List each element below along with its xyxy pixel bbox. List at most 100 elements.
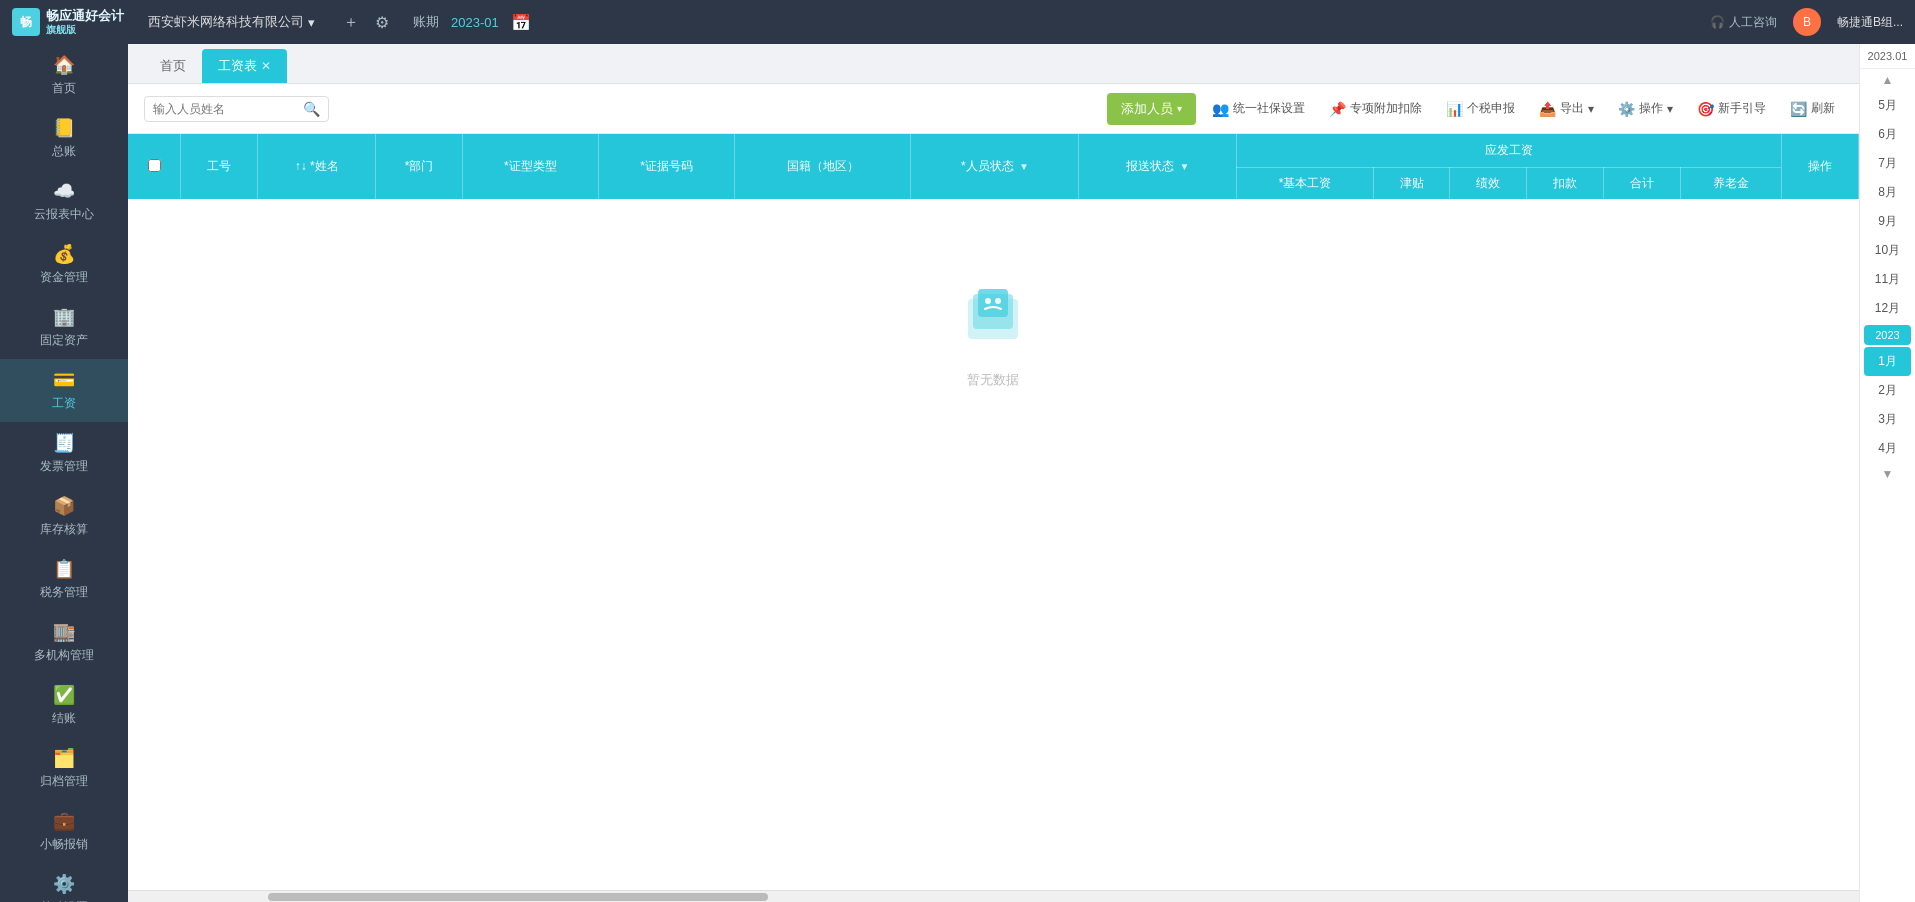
guide-button[interactable]: 🎯 新手引导 [1689, 95, 1774, 122]
report-status-filter-icon[interactable]: ▼ [1180, 161, 1190, 172]
sidebar-item-closing[interactable]: ✅ 结账 [0, 674, 128, 737]
search-input[interactable] [153, 102, 303, 116]
empty-state-row: 暂无数据 [128, 199, 1859, 469]
sidebar-item-cloud-report[interactable]: ☁️ 云报表中心 [0, 170, 128, 233]
cloud-icon: ☁️ [53, 180, 75, 202]
th-deduction: 扣款 [1527, 168, 1604, 200]
sidebar-item-inventory[interactable]: 📦 库存核算 [0, 485, 128, 548]
company-selector[interactable]: 西安虾米网络科技有限公司 ▾ [140, 9, 323, 35]
add-person-button[interactable]: 添加人员 ▾ [1107, 93, 1196, 125]
month-nav-down[interactable]: ▼ [1860, 463, 1915, 485]
month-nav-up[interactable]: ▲ [1860, 69, 1915, 91]
svg-point-3 [985, 298, 991, 304]
export-chevron-icon: ▾ [1588, 102, 1594, 116]
sidebar: 🏠 首页 📒 总账 ☁️ 云报表中心 💰 资金管理 🏢 固定资产 💳 工资 🧾 … [0, 44, 128, 902]
sidebar-item-fixed-assets[interactable]: 🏢 固定资产 [0, 296, 128, 359]
th-total: 合计 [1603, 168, 1680, 200]
calendar-icon[interactable]: 📅 [511, 13, 531, 32]
svg-rect-2 [978, 289, 1008, 317]
operations-chevron-icon: ▾ [1667, 102, 1673, 116]
sidebar-item-label: 归档管理 [40, 773, 88, 790]
month-11[interactable]: 11月 [1860, 265, 1915, 294]
month-3[interactable]: 3月 [1860, 405, 1915, 434]
month-7[interactable]: 7月 [1860, 149, 1915, 178]
month-1-active[interactable]: 1月 [1864, 347, 1911, 376]
operations-label: 操作 [1639, 100, 1663, 117]
th-pension: 养老金 [1680, 168, 1782, 200]
sidebar-item-label: 库存核算 [40, 521, 88, 538]
sidebar-item-ledger[interactable]: 📒 总账 [0, 107, 128, 170]
refresh-button[interactable]: 🔄 刷新 [1782, 95, 1843, 122]
sidebar-item-salary[interactable]: 💳 工资 [0, 359, 128, 422]
month-9[interactable]: 9月 [1860, 207, 1915, 236]
basic-settings-icon: ⚙️ [53, 873, 75, 895]
th-base-salary: *基本工资 [1237, 168, 1373, 200]
logo-text: 畅应通好会计 旗舰版 [46, 8, 124, 36]
inventory-icon: 📦 [53, 495, 75, 517]
tax-declaration-button[interactable]: 📊 个税申报 [1438, 95, 1523, 122]
sidebar-item-expense[interactable]: 💼 小畅报销 [0, 800, 128, 863]
empty-state-icon [953, 279, 1033, 359]
user-avatar: B [1793, 8, 1821, 36]
sidebar-item-label: 税务管理 [40, 584, 88, 601]
th-report-status: 报送状态 ▼ [1079, 134, 1237, 199]
sidebar-item-archive[interactable]: 🗂️ 归档管理 [0, 737, 128, 800]
sidebar-item-invoice[interactable]: 🧾 发票管理 [0, 422, 128, 485]
empty-state: 暂无数据 [128, 199, 1859, 469]
user-name: 畅捷通B组... [1837, 14, 1903, 31]
table-scroll-thumb[interactable] [268, 893, 768, 901]
logo-main-text: 畅应通好会计 [46, 8, 124, 24]
year-2023-label: 2023 [1864, 325, 1911, 345]
header-right: 🎧 人工咨询 B 畅捷通B组... [1710, 8, 1903, 36]
tab-close-icon[interactable]: ✕ [261, 59, 271, 73]
archive-icon: 🗂️ [53, 747, 75, 769]
table-scroll-bar[interactable] [128, 890, 1859, 902]
social-security-button[interactable]: 👥 统一社保设置 [1204, 95, 1313, 122]
export-label: 导出 [1560, 100, 1584, 117]
right-panel: 2023.01 ▲ 5月 6月 7月 8月 9月 10月 11月 12月 202… [1859, 44, 1915, 902]
sidebar-item-label: 总账 [52, 143, 76, 160]
logo-icon: 畅 [12, 8, 40, 36]
service-button[interactable]: 🎧 人工咨询 [1710, 14, 1777, 31]
svg-point-4 [995, 298, 1001, 304]
tab-salary-label: 工资表 [218, 57, 257, 75]
add-icon[interactable]: ＋ [339, 8, 363, 37]
sidebar-item-basic-settings[interactable]: ⚙️ 基础设置 [0, 863, 128, 902]
month-5[interactable]: 5月 [1860, 91, 1915, 120]
operations-button[interactable]: ⚙️ 操作 ▾ [1610, 95, 1681, 122]
table-wrapper: 工号 ↑↓ *姓名 *部门 *证型类型 *证据号码 国籍（地区） *人员状态 ▼… [128, 134, 1859, 890]
select-all-checkbox[interactable] [148, 159, 161, 172]
special-deduction-button[interactable]: 📌 专项附加扣除 [1321, 95, 1430, 122]
sidebar-item-multi-org[interactable]: 🏬 多机构管理 [0, 611, 128, 674]
person-status-filter-icon[interactable]: ▼ [1019, 161, 1029, 172]
sidebar-item-label: 资金管理 [40, 269, 88, 286]
month-12[interactable]: 12月 [1860, 294, 1915, 323]
refresh-icon: 🔄 [1790, 101, 1807, 117]
month-6[interactable]: 6月 [1860, 120, 1915, 149]
sidebar-item-capital[interactable]: 💰 资金管理 [0, 233, 128, 296]
tab-salary-sheet[interactable]: 工资表 ✕ [202, 49, 287, 83]
sidebar-item-home[interactable]: 🏠 首页 [0, 44, 128, 107]
tab-bar: 首页 工资表 ✕ [128, 44, 1859, 84]
sidebar-item-label: 工资 [52, 395, 76, 412]
th-employee-id: 工号 [181, 134, 258, 199]
th-checkbox[interactable] [128, 134, 181, 199]
th-nationality: 国籍（地区） [735, 134, 911, 199]
settings-icon[interactable]: ⚙ [371, 9, 393, 36]
month-8[interactable]: 8月 [1860, 178, 1915, 207]
special-deduction-label: 专项附加扣除 [1350, 100, 1422, 117]
period-value[interactable]: 2023-01 [451, 15, 499, 30]
sidebar-item-label: 结账 [52, 710, 76, 727]
sidebar-item-label: 发票管理 [40, 458, 88, 475]
expense-icon: 💼 [53, 810, 75, 832]
tax-icon: 📋 [53, 558, 75, 580]
month-4[interactable]: 4月 [1860, 434, 1915, 463]
top-header: 畅 畅应通好会计 旗舰版 西安虾米网络科技有限公司 ▾ ＋ ⚙ 账期 2023-… [0, 0, 1915, 44]
export-button[interactable]: 📤 导出 ▾ [1531, 95, 1602, 122]
tab-home[interactable]: 首页 [144, 49, 202, 83]
sidebar-item-label: 云报表中心 [34, 206, 94, 223]
month-2[interactable]: 2月 [1860, 376, 1915, 405]
month-10[interactable]: 10月 [1860, 236, 1915, 265]
add-person-chevron-icon: ▾ [1177, 103, 1182, 114]
sidebar-item-tax[interactable]: 📋 税务管理 [0, 548, 128, 611]
